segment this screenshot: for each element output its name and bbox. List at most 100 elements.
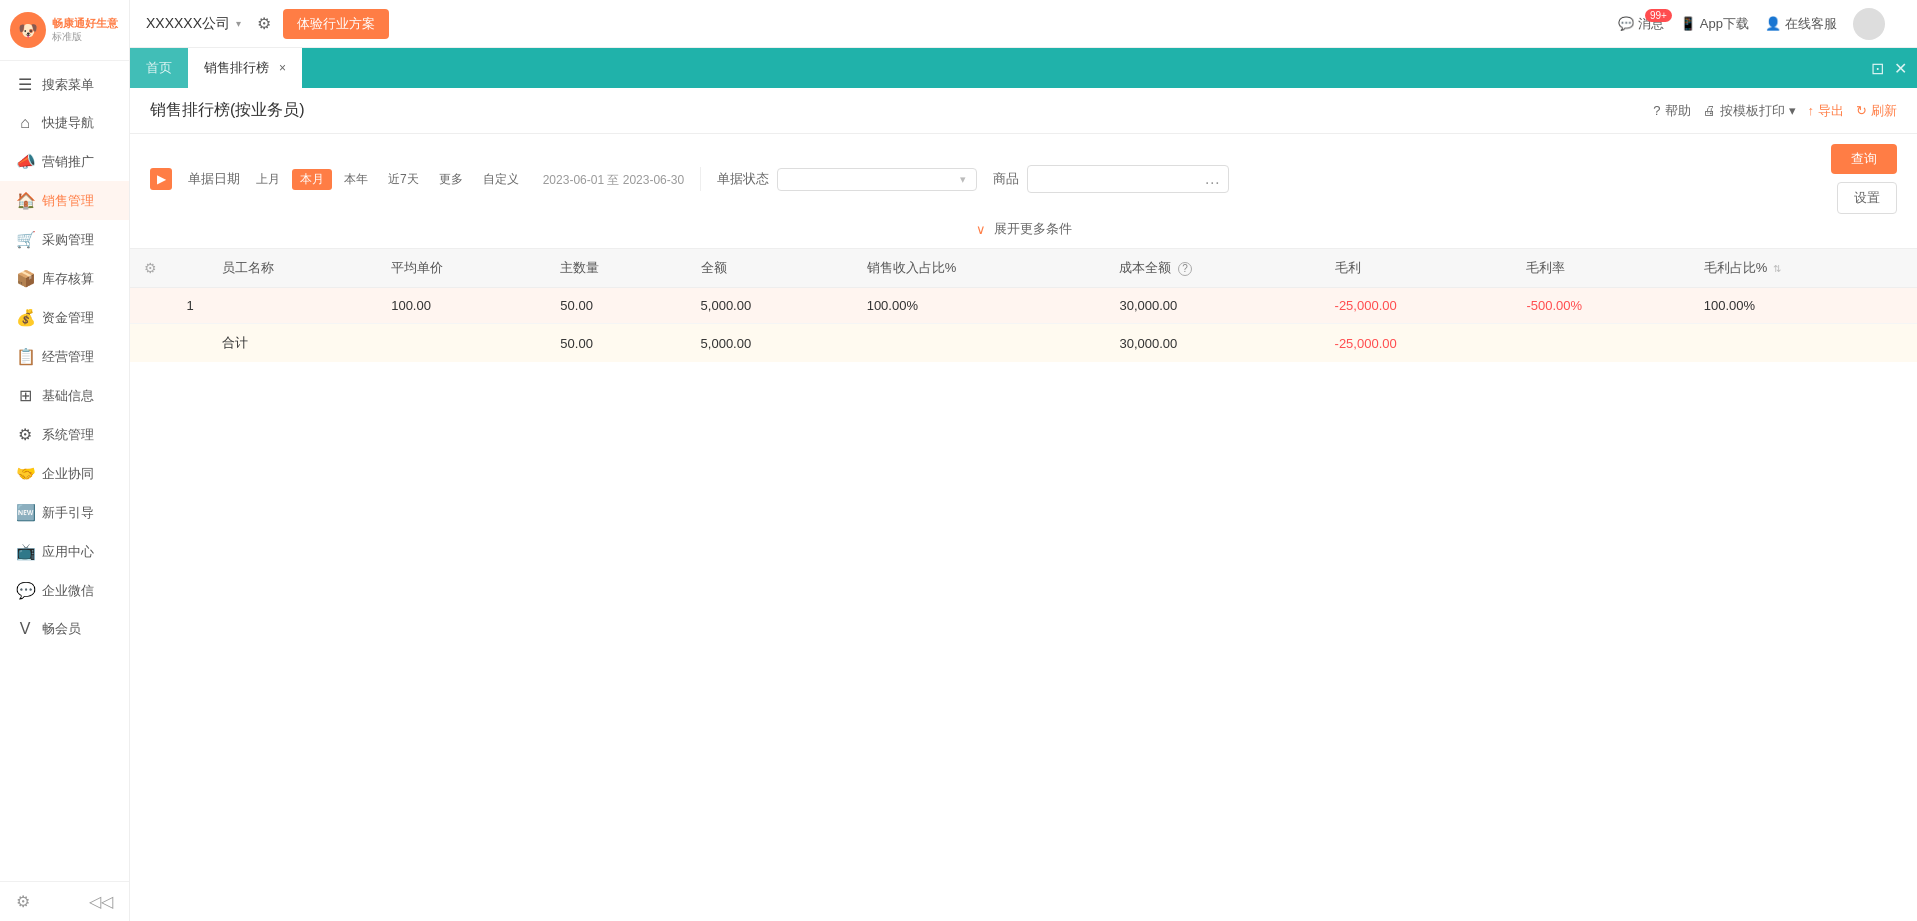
- date-tab-custom[interactable]: 自定义: [475, 169, 527, 190]
- sidebar: 🐶 畅康通好生意 标准版 ☰ 搜索菜单 ⌂ 快捷导航 📣 营销推广 🏠 销售管理…: [0, 0, 130, 921]
- filter-status-label: 单据状态: [717, 170, 769, 188]
- filter-actions: 查询 设置: [1831, 144, 1897, 214]
- filter-status-arrow: ▾: [960, 173, 966, 186]
- topbar-settings-icon[interactable]: ⚙: [257, 14, 271, 33]
- cooperation-icon: 🤝: [16, 464, 34, 483]
- sidebar-item-cooperation[interactable]: 🤝 企业协同: [0, 454, 129, 493]
- user-avatar[interactable]: [1853, 8, 1885, 40]
- profit-pct-sort-icon[interactable]: ⇅: [1773, 263, 1781, 274]
- help-button[interactable]: ? 帮助: [1653, 102, 1690, 120]
- app-name: 畅康通好生意: [52, 16, 118, 30]
- sidebar-item-wechat[interactable]: 💬 企业微信: [0, 571, 129, 610]
- settings-footer-icon[interactable]: ⚙: [16, 892, 30, 911]
- col-header-avg-price: 平均单价: [379, 249, 548, 288]
- company-name: XXXXXX公司: [146, 15, 230, 33]
- online-service-button[interactable]: 👤 在线客服: [1765, 15, 1837, 33]
- filter-settings-button[interactable]: 设置: [1837, 182, 1897, 214]
- sidebar-item-guide[interactable]: 🆕 新手引导: [0, 493, 129, 532]
- sidebar-item-search[interactable]: ☰ 搜索菜单: [0, 65, 129, 104]
- tab-home[interactable]: 首页: [130, 48, 188, 88]
- date-tab-last-month[interactable]: 上月: [248, 169, 288, 190]
- sidebar-item-search-label: 搜索菜单: [42, 76, 94, 94]
- sidebar-item-app-center[interactable]: 📺 应用中心: [0, 532, 129, 571]
- sidebar-item-cooperation-label: 企业协同: [42, 465, 94, 483]
- sidebar-item-operations[interactable]: 📋 经营管理: [0, 337, 129, 376]
- service-label: 在线客服: [1785, 15, 1837, 33]
- tab-sales-ranking[interactable]: 销售排行榜 ×: [188, 48, 302, 88]
- footer-amount: 5,000.00: [689, 324, 855, 363]
- row-profit-cell: -25,000.00: [1323, 288, 1515, 324]
- row-rank-cell: 1: [170, 288, 210, 324]
- print-arrow-icon: ▾: [1789, 103, 1796, 118]
- sidebar-item-purchase-label: 采购管理: [42, 231, 94, 249]
- sidebar-item-marketing[interactable]: 📣 营销推广: [0, 142, 129, 181]
- tab-close-button[interactable]: ✕: [1894, 59, 1907, 78]
- footer-qty: 50.00: [548, 324, 688, 363]
- sidebar-item-member[interactable]: V 畅会员: [0, 610, 129, 648]
- collapse-icon[interactable]: ◁◁: [89, 892, 113, 911]
- company-selector[interactable]: XXXXXX公司 ▾: [146, 15, 241, 33]
- filter-goods-label: 商品: [993, 170, 1019, 188]
- export-button[interactable]: ↑ 导出: [1808, 102, 1845, 120]
- refresh-icon: ↻: [1856, 103, 1867, 118]
- message-button[interactable]: 💬 消息 99+: [1618, 15, 1664, 33]
- footer-profit-rate: [1514, 324, 1691, 363]
- table-wrapper[interactable]: ⚙ 员工名称 平均单价 主数量 全额 销售收入占比% 成本全额 ?: [130, 249, 1917, 921]
- sidebar-item-basic-info[interactable]: ⊞ 基础信息: [0, 376, 129, 415]
- tab-close-icon[interactable]: ×: [279, 61, 286, 75]
- page-content: 销售排行榜(按业务员) ? 帮助 🖨 按模板打印 ▾ ↑ 导出 ↻ 刷新: [130, 88, 1917, 921]
- app-download-icon: 📱: [1680, 16, 1696, 31]
- purchase-icon: 🛒: [16, 230, 34, 249]
- sidebar-item-inventory[interactable]: 📦 库存核算: [0, 259, 129, 298]
- marketing-icon: 📣: [16, 152, 34, 171]
- filter-goods-input[interactable]: [1036, 172, 1204, 187]
- system-icon: ⚙: [16, 425, 34, 444]
- sidebar-item-basic-label: 基础信息: [42, 387, 94, 405]
- sidebar-item-quick-nav[interactable]: ⌂ 快捷导航: [0, 104, 129, 142]
- sidebar-item-finance[interactable]: 💰 资金管理: [0, 298, 129, 337]
- filter-toggle-icon[interactable]: ▶: [150, 168, 172, 190]
- sidebar-footer: ⚙ ◁◁: [0, 881, 129, 921]
- sidebar-item-guide-label: 新手引导: [42, 504, 94, 522]
- table-footer-row: 合计 50.00 5,000.00 30,000.00 -25,000.00: [130, 324, 1917, 363]
- col-header-qty: 主数量: [548, 249, 688, 288]
- footer-profit-pct: [1692, 324, 1917, 363]
- data-table: ⚙ 员工名称 平均单价 主数量 全额 销售收入占比% 成本全额 ?: [130, 249, 1917, 362]
- date-range-display: 2023-06-01 至 2023-06-30: [543, 172, 684, 189]
- wechat-icon: 💬: [16, 581, 34, 600]
- filter-goods-item: 商品 …: [993, 165, 1229, 193]
- date-tab-7days[interactable]: 近7天: [380, 169, 427, 190]
- footer-avg-price: [379, 324, 548, 363]
- member-icon: V: [16, 620, 34, 638]
- sidebar-item-purchase[interactable]: 🛒 采购管理: [0, 220, 129, 259]
- page-title: 销售排行榜(按业务员): [150, 100, 305, 121]
- row-profit-pct-cell: 100.00%: [1692, 288, 1917, 324]
- col-gear-icon[interactable]: ⚙: [144, 260, 157, 276]
- refresh-button[interactable]: ↻ 刷新: [1856, 102, 1897, 120]
- date-tab-more[interactable]: 更多: [431, 169, 471, 190]
- basic-info-icon: ⊞: [16, 386, 34, 405]
- search-menu-icon: ☰: [16, 75, 34, 94]
- footer-empty-1: [130, 324, 170, 363]
- experience-button[interactable]: 体验行业方案: [283, 9, 389, 39]
- sidebar-item-system[interactable]: ⚙ 系统管理: [0, 415, 129, 454]
- filter-status-select[interactable]: ▾: [777, 168, 977, 191]
- guide-icon: 🆕: [16, 503, 34, 522]
- print-button[interactable]: 🖨 按模板打印 ▾: [1703, 102, 1796, 120]
- app-download-button[interactable]: 📱 App下载: [1680, 15, 1749, 33]
- tab-restore-button[interactable]: ⊡: [1871, 59, 1884, 78]
- sidebar-item-sales[interactable]: 🏠 销售管理: [0, 181, 129, 220]
- footer-cost: 30,000.00: [1107, 324, 1322, 363]
- expand-more-button[interactable]: ∨ 展开更多条件: [976, 220, 1072, 238]
- query-button[interactable]: 查询: [1831, 144, 1897, 174]
- tab-right-actions: ⊡ ✕: [1871, 59, 1917, 78]
- filter-goods-more-icon[interactable]: …: [1204, 170, 1220, 188]
- page-header: 销售排行榜(按业务员) ? 帮助 🖨 按模板打印 ▾ ↑ 导出 ↻ 刷新: [130, 88, 1917, 134]
- date-tab-current-year[interactable]: 本年: [336, 169, 376, 190]
- date-tab-current-month[interactable]: 本月: [292, 169, 332, 190]
- cost-info-icon[interactable]: ?: [1178, 262, 1192, 276]
- service-icon: 👤: [1765, 16, 1781, 31]
- col-header-sales-pct: 销售收入占比%: [855, 249, 1108, 288]
- app-logo-icon: 🐶: [10, 12, 46, 48]
- table-row: 1 100.00 50.00 5,000.00 100.00% 30,000.0…: [130, 288, 1917, 324]
